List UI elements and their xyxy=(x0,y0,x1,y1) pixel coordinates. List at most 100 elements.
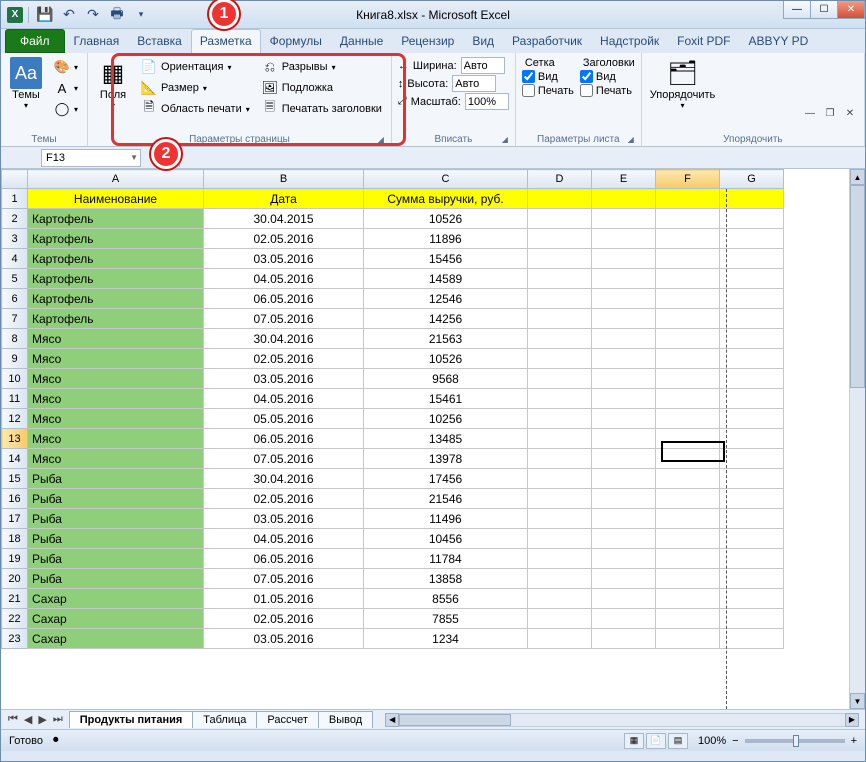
row-header[interactable]: 5 xyxy=(2,269,28,289)
cell[interactable] xyxy=(720,429,784,449)
row-header[interactable]: 10 xyxy=(2,369,28,389)
doc-restore-button[interactable]: ❐ xyxy=(821,105,839,121)
cell[interactable] xyxy=(528,549,592,569)
cell[interactable] xyxy=(528,629,592,649)
tab-review[interactable]: Рецензир xyxy=(392,29,463,53)
view-normal-button[interactable]: ▦ xyxy=(624,733,644,749)
cell[interactable] xyxy=(592,409,656,429)
view-pagebreak-button[interactable]: ▤ xyxy=(668,733,688,749)
cell[interactable]: Картофель xyxy=(28,289,204,309)
row-header[interactable]: 16 xyxy=(2,489,28,509)
cell[interactable] xyxy=(528,529,592,549)
cell[interactable]: Сахар xyxy=(28,629,204,649)
headings-view-checkbox[interactable]: Вид xyxy=(580,70,635,83)
cell[interactable] xyxy=(592,209,656,229)
cell[interactable] xyxy=(656,549,720,569)
cell[interactable]: 1234 xyxy=(364,629,528,649)
cell[interactable]: 10526 xyxy=(364,349,528,369)
row-header[interactable]: 2 xyxy=(2,209,28,229)
cell[interactable]: Мясо xyxy=(28,349,204,369)
cell[interactable]: 02.05.2016 xyxy=(204,609,364,629)
cell[interactable]: 9568 xyxy=(364,369,528,389)
row-header[interactable]: 19 xyxy=(2,549,28,569)
cell[interactable] xyxy=(592,549,656,569)
cell[interactable]: Дата xyxy=(204,189,364,209)
cell[interactable] xyxy=(528,289,592,309)
row-header[interactable]: 21 xyxy=(2,589,28,609)
cell[interactable] xyxy=(528,369,592,389)
cell[interactable] xyxy=(656,349,720,369)
vertical-scrollbar[interactable]: ▲ ▼ xyxy=(849,169,865,709)
cell[interactable] xyxy=(720,329,784,349)
redo-button[interactable]: ↷ xyxy=(82,4,104,26)
cell[interactable] xyxy=(720,449,784,469)
cell[interactable] xyxy=(528,329,592,349)
cell[interactable]: Рыба xyxy=(28,569,204,589)
cell[interactable] xyxy=(592,189,656,209)
cell[interactable]: 03.05.2016 xyxy=(204,249,364,269)
cell[interactable]: Сумма выручки, руб. xyxy=(364,189,528,209)
cell[interactable] xyxy=(720,249,784,269)
qat-customize-button[interactable]: ▾ xyxy=(130,4,152,26)
cell[interactable]: 17456 xyxy=(364,469,528,489)
cell[interactable]: 04.05.2016 xyxy=(204,529,364,549)
themes-button[interactable]: Aa Темы ▾ xyxy=(5,55,47,112)
cell[interactable] xyxy=(656,489,720,509)
cell[interactable] xyxy=(592,429,656,449)
cell[interactable]: Картофель xyxy=(28,269,204,289)
cell[interactable] xyxy=(656,629,720,649)
scale-height-input[interactable] xyxy=(452,75,496,92)
sheet-tab[interactable]: Таблица xyxy=(192,711,257,728)
cell[interactable] xyxy=(720,569,784,589)
cell[interactable]: 02.05.2016 xyxy=(204,349,364,369)
tab-abbyy[interactable]: ABBYY PD xyxy=(740,29,818,53)
cell[interactable]: 14589 xyxy=(364,269,528,289)
row-header[interactable]: 22 xyxy=(2,609,28,629)
cell[interactable] xyxy=(720,309,784,329)
cell[interactable]: 30.04.2015 xyxy=(204,209,364,229)
breaks-button[interactable]: ⎌Разрывы ▾ xyxy=(259,57,385,77)
sheet-nav-last[interactable]: ⏭ xyxy=(50,713,66,726)
row-header[interactable]: 13 xyxy=(2,429,28,449)
cell[interactable] xyxy=(656,609,720,629)
cell[interactable] xyxy=(720,389,784,409)
tab-foxit[interactable]: Foxit PDF xyxy=(668,29,739,53)
orientation-button[interactable]: 📄Ориентация ▾ xyxy=(138,57,253,77)
macro-record-icon[interactable]: ⏺ xyxy=(53,734,59,747)
cell[interactable] xyxy=(528,469,592,489)
cell[interactable] xyxy=(720,509,784,529)
row-header[interactable]: 9 xyxy=(2,349,28,369)
cell[interactable]: Картофель xyxy=(28,249,204,269)
cell[interactable] xyxy=(656,369,720,389)
cell[interactable]: Сахар xyxy=(28,609,204,629)
cell[interactable] xyxy=(720,529,784,549)
maximize-button[interactable]: ☐ xyxy=(810,1,838,19)
sheet-tab[interactable]: Продукты питания xyxy=(69,711,194,728)
cell[interactable] xyxy=(592,309,656,329)
cell[interactable] xyxy=(528,569,592,589)
cell[interactable]: Мясо xyxy=(28,429,204,449)
cell[interactable]: 12546 xyxy=(364,289,528,309)
zoom-in-button[interactable]: + xyxy=(851,735,857,747)
cell[interactable]: Мясо xyxy=(28,369,204,389)
cell[interactable]: 30.04.2016 xyxy=(204,469,364,489)
cell[interactable] xyxy=(720,629,784,649)
zoom-level[interactable]: 100% xyxy=(698,735,726,747)
cell[interactable]: 06.05.2016 xyxy=(204,549,364,569)
tab-home[interactable]: Главная xyxy=(65,29,129,53)
cell[interactable]: 03.05.2016 xyxy=(204,629,364,649)
cell[interactable] xyxy=(656,529,720,549)
row-header[interactable]: 14 xyxy=(2,449,28,469)
tab-file[interactable]: Файл xyxy=(5,29,65,53)
cell[interactable] xyxy=(656,469,720,489)
doc-minimize-button[interactable]: — xyxy=(801,105,819,121)
cell[interactable]: 02.05.2016 xyxy=(204,229,364,249)
cell[interactable]: 15461 xyxy=(364,389,528,409)
sheet-nav-prev[interactable]: ◀ xyxy=(21,713,35,726)
cell[interactable]: 01.05.2016 xyxy=(204,589,364,609)
cell[interactable] xyxy=(592,289,656,309)
cell[interactable]: Наименование xyxy=(28,189,204,209)
cell[interactable] xyxy=(528,449,592,469)
cell[interactable]: 07.05.2016 xyxy=(204,569,364,589)
vscroll-thumb[interactable] xyxy=(850,185,865,388)
